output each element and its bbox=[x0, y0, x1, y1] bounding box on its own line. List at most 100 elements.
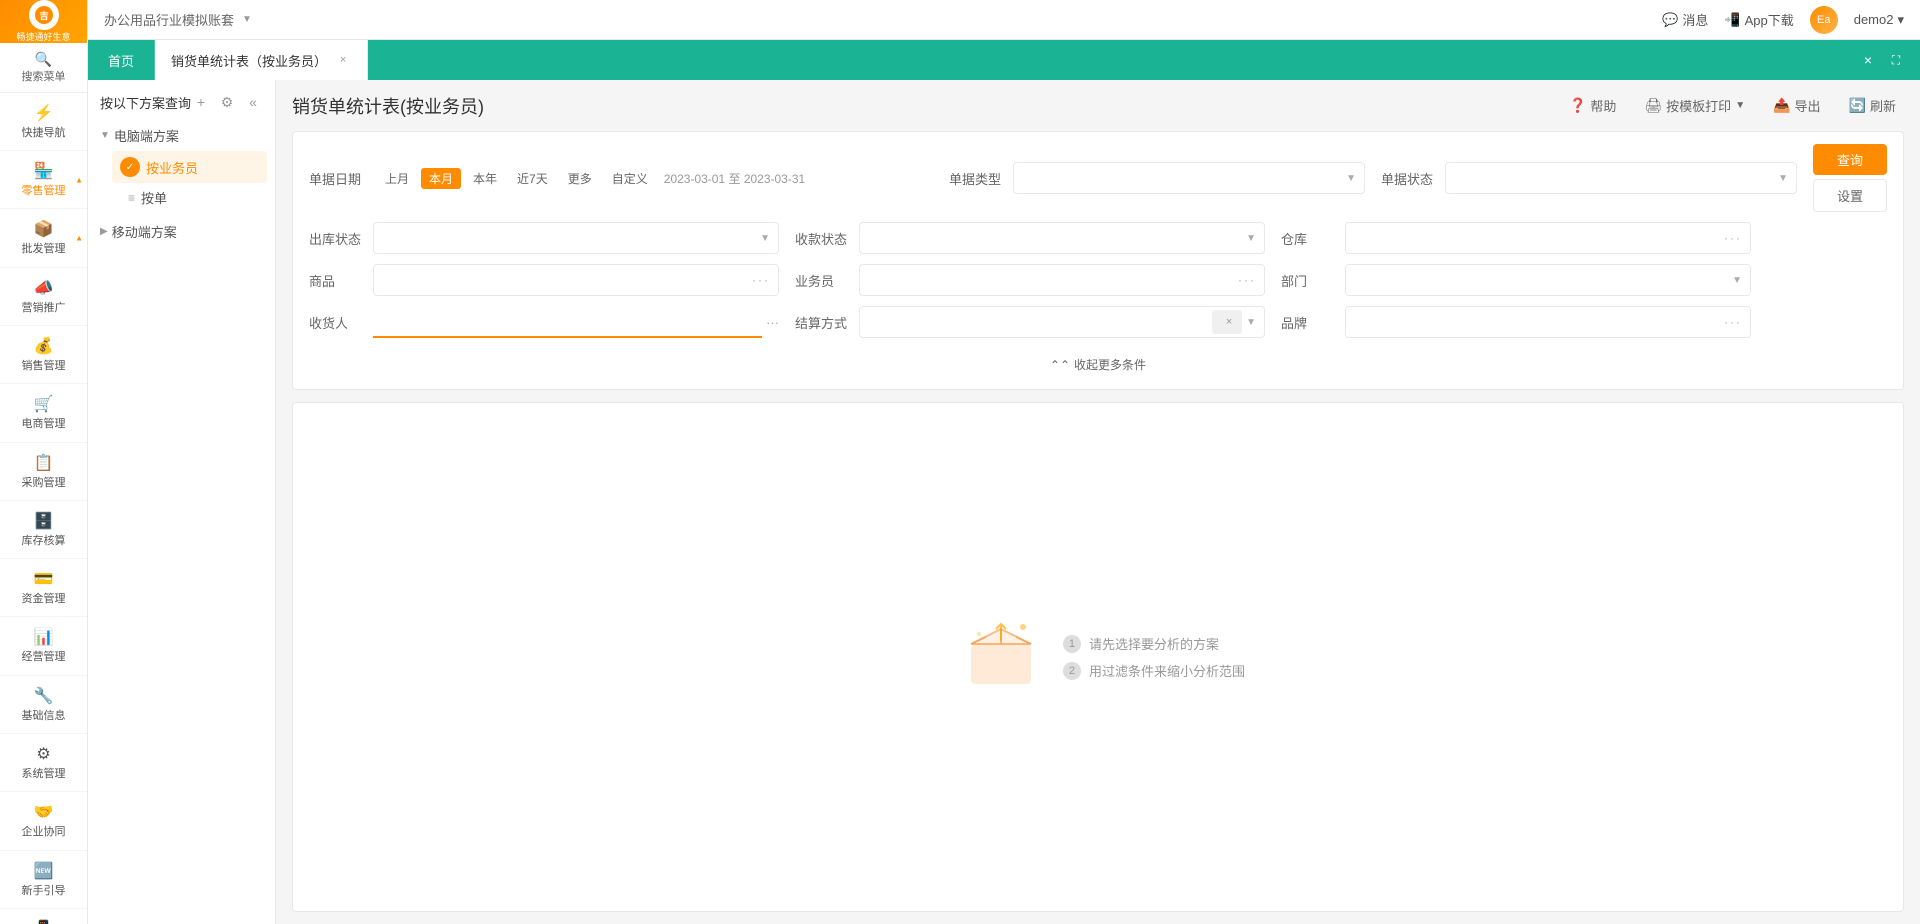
goods-label: 商品 bbox=[309, 271, 365, 290]
tab-bar: 首页 销货单统计表（按业务员） × × ⛶ bbox=[88, 40, 1920, 80]
query-button[interactable]: 查询 bbox=[1813, 144, 1887, 175]
payment-label: 结算方式 bbox=[795, 313, 851, 332]
sidebar-item-system[interactable]: ⚙ 系统管理 bbox=[0, 734, 87, 792]
doc-type-select[interactable]: ▼ bbox=[1013, 162, 1365, 194]
app-download-button[interactable]: 📲 App下载 bbox=[1724, 10, 1793, 29]
settings-button[interactable]: 设置 bbox=[1813, 179, 1887, 212]
date-label: 单据日期 bbox=[309, 169, 365, 188]
sidebar-item-ecommerce[interactable]: 🛒 电商管理 bbox=[0, 384, 87, 442]
empty-illustration bbox=[951, 599, 1051, 699]
date-btn-lastmonth[interactable]: 上月 bbox=[377, 168, 417, 189]
workspace-selector[interactable]: 办公用品行业模拟账套 ▼ bbox=[104, 10, 252, 29]
sidebar-item-quick-nav[interactable]: ⚡ 快捷导航 bbox=[0, 93, 87, 151]
message-button[interactable]: 💬 消息 bbox=[1662, 10, 1708, 29]
receiver-input[interactable] bbox=[373, 306, 762, 338]
panel-add-button[interactable]: + bbox=[191, 92, 211, 112]
sidebar-item-enterprise[interactable]: 🤝 企业协同 bbox=[0, 792, 87, 850]
tab-maximize-button[interactable]: ⛶ bbox=[1884, 48, 1908, 72]
filter-form: 单据日期 上月 本月 本年 近7天 更多 自定义 2023-03-01 至 20… bbox=[292, 131, 1904, 390]
goods-dots: ··· bbox=[752, 273, 770, 287]
collapse-icon: ⌃⌃ bbox=[1050, 358, 1070, 372]
brand-select[interactable]: ··· bbox=[1345, 306, 1751, 338]
empty-state: 1 请先选择要分析的方案 2 用过滤条件来缩小分析范围 bbox=[292, 402, 1904, 912]
filter-row-1: 单据日期 上月 本月 本年 近7天 更多 自定义 2023-03-01 至 20… bbox=[309, 144, 1887, 212]
goods-select[interactable]: ··· bbox=[373, 264, 779, 296]
refresh-label: 刷新 bbox=[1870, 96, 1896, 115]
sidebar-item-retail[interactable]: 🏪 零售管理 bbox=[0, 151, 87, 209]
header-actions: 💬 消息 📲 App下载 Ea demo2 ▾ bbox=[1662, 6, 1904, 34]
user-menu[interactable]: demo2 ▾ bbox=[1854, 12, 1904, 28]
sub-icon-order: ≡ bbox=[128, 191, 135, 205]
tree-sub-child-by-order[interactable]: ≡ 按单 bbox=[120, 183, 267, 212]
receipt-status-select[interactable]: ▼ bbox=[859, 222, 1265, 254]
page-title: 销货单统计表(按业务员) bbox=[292, 93, 484, 119]
payment-tag: × bbox=[1212, 310, 1242, 334]
sidebar: 吉 畅捷通好生意 🔍 按以下方案查询 搜索菜单 ⚡ 快捷导航 🏪 零售管理 📦 … bbox=[0, 0, 88, 924]
date-field: 单据日期 上月 本月 本年 近7天 更多 自定义 2023-03-01 至 20… bbox=[309, 168, 933, 189]
panel-collapse-button[interactable]: « bbox=[243, 92, 263, 112]
date-btn-thisyear[interactable]: 本年 bbox=[465, 168, 505, 189]
dept-select[interactable]: ▼ bbox=[1345, 264, 1751, 296]
message-icon: 💬 bbox=[1662, 12, 1678, 28]
sidebar-item-operation[interactable]: 📊 经营管理 bbox=[0, 617, 87, 675]
sidebar-item-marketing[interactable]: 📣 营销推广 bbox=[0, 268, 87, 326]
sidebar-item-app-center[interactable]: 📱 应用中心 bbox=[0, 909, 87, 924]
out-status-label: 出库状态 bbox=[309, 229, 365, 248]
panel-settings-button[interactable]: ⚙ bbox=[217, 92, 237, 112]
date-btn-thismonth[interactable]: 本月 bbox=[421, 168, 461, 189]
sales-select[interactable]: ··· bbox=[859, 264, 1265, 296]
sidebar-item-finance[interactable]: 💳 资金管理 bbox=[0, 559, 87, 617]
print-label: 按模板打印 bbox=[1666, 96, 1731, 115]
print-icon: 🖨 bbox=[1644, 97, 1662, 114]
export-icon: 📤 bbox=[1773, 97, 1790, 114]
print-button[interactable]: 🖨 按模板打印 ▼ bbox=[1636, 92, 1753, 119]
logo-icon: 吉 bbox=[29, 0, 59, 30]
export-button[interactable]: 📤 导出 bbox=[1765, 92, 1828, 119]
doc-type-arrow: ▼ bbox=[1346, 173, 1356, 184]
doc-status-select[interactable]: ▼ bbox=[1445, 162, 1797, 194]
collapse-row: ⌃⌃ 收起更多条件 bbox=[309, 348, 1887, 377]
dept-arrow: ▼ bbox=[1732, 275, 1742, 286]
doc-status-field: 单据状态 ▼ bbox=[1381, 162, 1797, 194]
warehouse-dots: ··· bbox=[1724, 231, 1742, 245]
date-range: 2023-03-01 至 2023-03-31 bbox=[664, 170, 805, 187]
date-btn-custom[interactable]: 自定义 bbox=[604, 168, 656, 189]
date-buttons: 上月 本月 本年 近7天 更多 自定义 2023-03-01 至 2023-03… bbox=[377, 168, 805, 189]
warehouse-select[interactable]: ··· bbox=[1345, 222, 1751, 254]
tab-close-all-button[interactable]: × bbox=[1856, 48, 1880, 72]
date-btn-more[interactable]: 更多 bbox=[560, 168, 600, 189]
help-label: 帮助 bbox=[1590, 96, 1616, 115]
tree-pc-section[interactable]: ▼ 电脑端方案 bbox=[96, 120, 267, 151]
sidebar-item-wholesale[interactable]: 📦 批发管理 bbox=[0, 209, 87, 267]
app-logo[interactable]: 吉 畅捷通好生意 bbox=[0, 0, 88, 43]
sidebar-item-purchase[interactable]: 📋 采购管理 bbox=[0, 443, 87, 501]
help-icon: ❓ bbox=[1569, 97, 1586, 114]
warehouse-field: 仓库 ··· bbox=[1281, 222, 1751, 254]
sidebar-item-inventory[interactable]: 🗄️ 库存核算 bbox=[0, 501, 87, 559]
out-status-field: 出库状态 ▼ bbox=[309, 222, 779, 254]
sales-field: 业务员 ··· bbox=[795, 264, 1265, 296]
doc-type-field: 单据类型 ▼ bbox=[949, 162, 1365, 194]
sidebar-item-newbie[interactable]: 🆕 新手引导 bbox=[0, 851, 87, 909]
tab-sales-label: 销货单统计表（按业务员） bbox=[171, 51, 327, 70]
sidebar-search[interactable]: 🔍 按以下方案查询 搜索菜单 bbox=[0, 43, 87, 93]
tree-arrow-pc: ▼ bbox=[100, 130, 110, 141]
tree-child-by-salesman[interactable]: ✓ 按业务员 bbox=[112, 151, 267, 183]
collapse-button[interactable]: ⌃⌃ 收起更多条件 bbox=[1038, 352, 1158, 377]
sidebar-item-sales[interactable]: 💰 销售管理 bbox=[0, 326, 87, 384]
tab-sales-report[interactable]: 销货单统计表（按业务员） × bbox=[155, 40, 368, 80]
tab-home[interactable]: 首页 bbox=[88, 40, 155, 80]
help-button[interactable]: ❓ 帮助 bbox=[1561, 92, 1624, 119]
child-label-salesman: 按业务员 bbox=[146, 158, 198, 177]
out-status-select[interactable]: ▼ bbox=[373, 222, 779, 254]
sidebar-item-basic[interactable]: 🔧 基础信息 bbox=[0, 676, 87, 734]
user-avatar[interactable]: Ea bbox=[1810, 6, 1838, 34]
payment-select[interactable]: × ▼ bbox=[859, 306, 1265, 338]
tree-mobile-section[interactable]: ▶ 移动端方案 bbox=[96, 216, 267, 247]
date-btn-7days[interactable]: 近7天 bbox=[509, 168, 556, 189]
tab-close-button[interactable]: × bbox=[335, 52, 351, 68]
app-name: 畅捷通好生意 bbox=[14, 32, 72, 43]
action-btns: 查询 设置 bbox=[1813, 144, 1887, 212]
refresh-button[interactable]: 🔄 刷新 bbox=[1841, 92, 1904, 119]
payment-tag-remove[interactable]: × bbox=[1222, 315, 1236, 329]
